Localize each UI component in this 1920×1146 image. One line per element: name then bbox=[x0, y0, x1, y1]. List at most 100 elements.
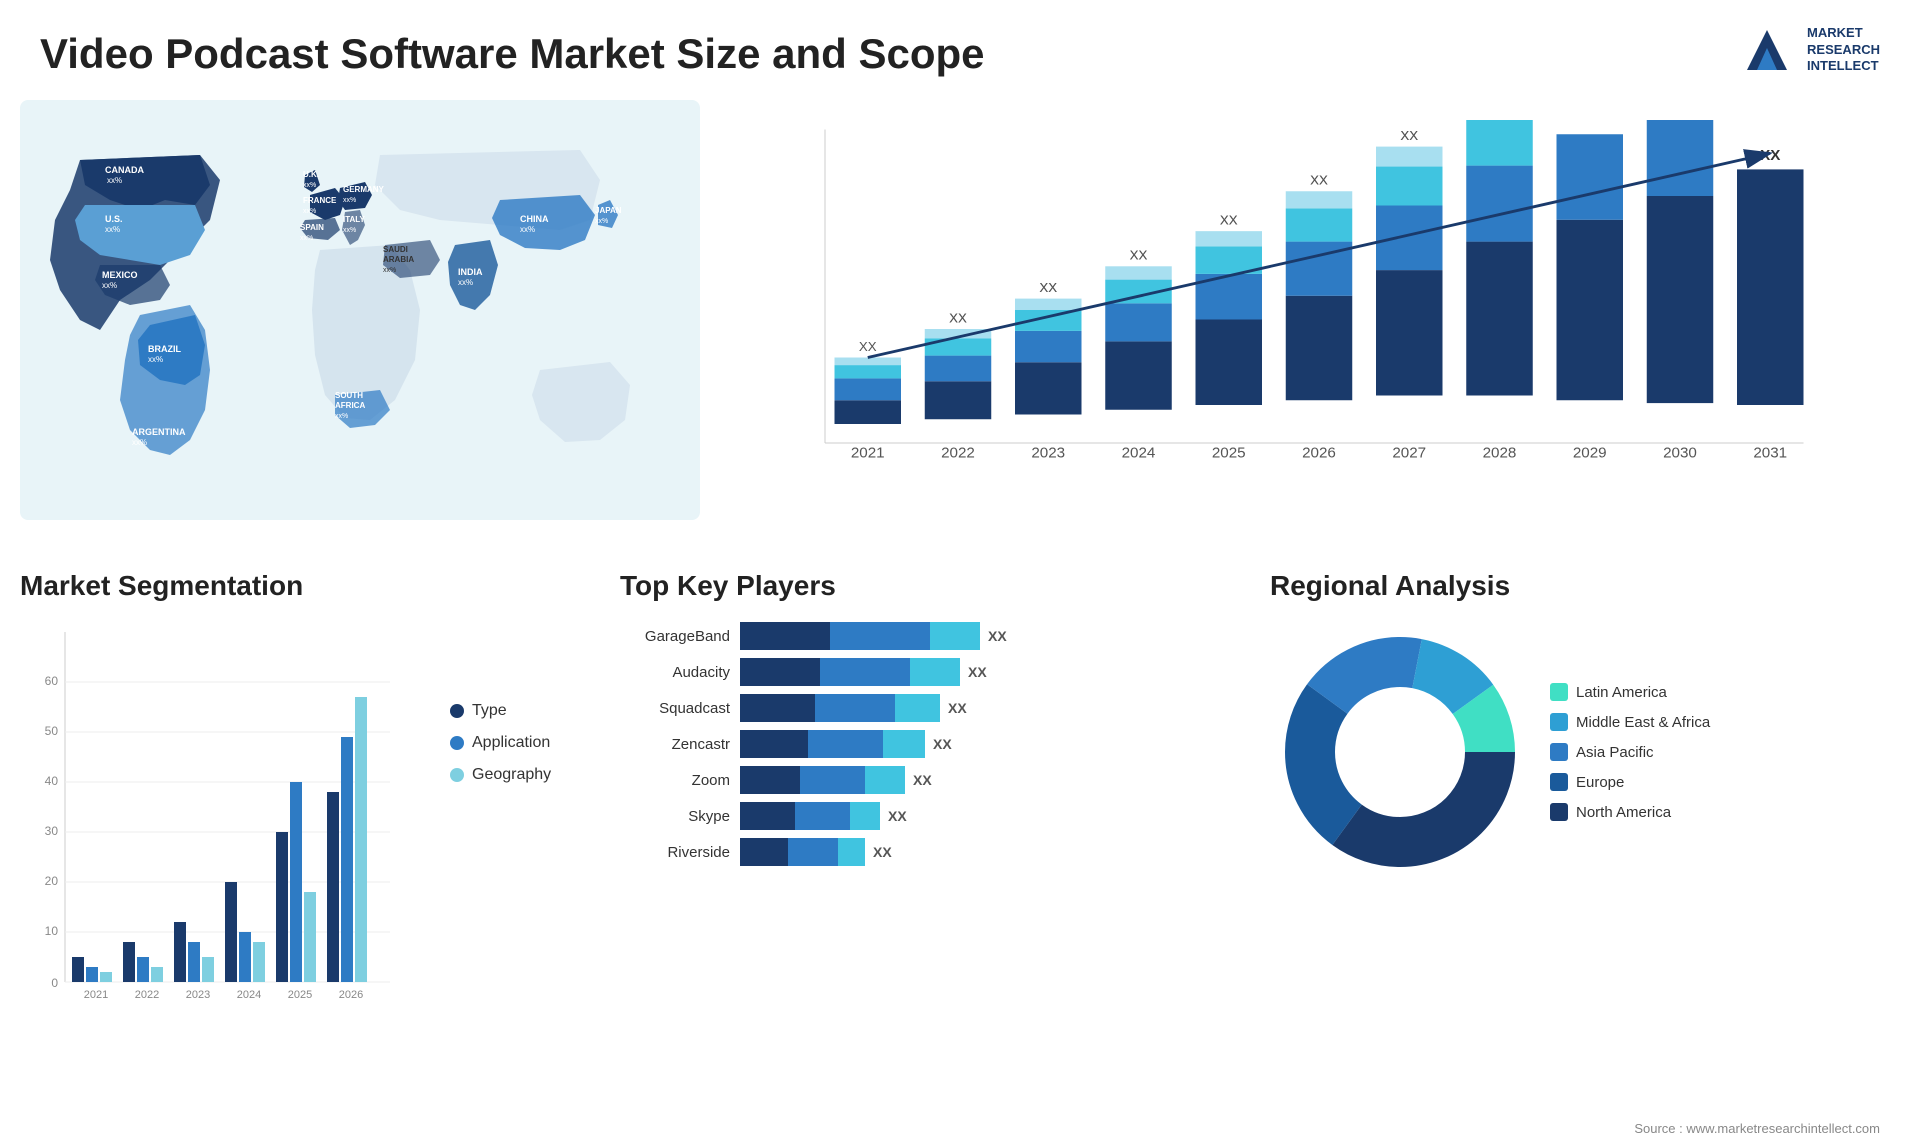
label-europe: Europe bbox=[1576, 774, 1624, 791]
svg-text:XX: XX bbox=[1310, 173, 1328, 188]
svg-text:xx%: xx% bbox=[595, 218, 608, 225]
svg-text:2024: 2024 bbox=[1122, 444, 1156, 461]
player-name-zencastr: Zencastr bbox=[620, 736, 730, 753]
svg-text:2021: 2021 bbox=[851, 444, 885, 461]
svg-text:XX: XX bbox=[1220, 213, 1238, 228]
label-asia-pacific: Asia Pacific bbox=[1576, 744, 1654, 761]
color-latin-america bbox=[1550, 683, 1568, 701]
legend-north-america: North America bbox=[1550, 803, 1710, 821]
player-name-skype: Skype bbox=[620, 808, 730, 825]
legend-dot-type bbox=[450, 704, 464, 718]
svg-text:2021: 2021 bbox=[84, 989, 108, 1001]
svg-text:2031: 2031 bbox=[1753, 444, 1787, 461]
svg-text:0: 0 bbox=[51, 976, 58, 990]
segmentation-svg: 0 10 20 30 40 50 60 2021 bbox=[20, 622, 400, 1042]
svg-text:2023: 2023 bbox=[186, 989, 210, 1001]
label-latin-america: Latin America bbox=[1576, 684, 1667, 701]
svg-text:2026: 2026 bbox=[339, 989, 363, 1001]
player-label-zencastr: XX bbox=[933, 736, 952, 752]
svg-text:CHINA: CHINA bbox=[520, 214, 549, 224]
donut-legend: Latin America Middle East & Africa Asia … bbox=[1550, 683, 1710, 821]
logo: MARKET RESEARCH INTELLECT bbox=[1737, 20, 1880, 80]
svg-text:xx%: xx% bbox=[148, 355, 163, 364]
player-row-skype: Skype XX bbox=[620, 802, 1240, 830]
player-bar-riverside: XX bbox=[740, 838, 892, 866]
svg-text:60: 60 bbox=[45, 674, 59, 688]
svg-text:SOUTH: SOUTH bbox=[335, 391, 363, 400]
svg-text:30: 30 bbox=[45, 824, 59, 838]
logo-text: MARKET RESEARCH INTELLECT bbox=[1807, 25, 1880, 76]
player-bar-zencastr: XX bbox=[740, 730, 952, 758]
source-text: Source : www.marketresearchintellect.com bbox=[1634, 1121, 1880, 1136]
svg-text:XX: XX bbox=[1039, 280, 1057, 295]
player-name-squadcast: Squadcast bbox=[620, 700, 730, 717]
player-row-zoom: Zoom XX bbox=[620, 766, 1240, 794]
svg-text:2028: 2028 bbox=[1483, 444, 1517, 461]
svg-text:50: 50 bbox=[45, 724, 59, 738]
player-label-zoom: XX bbox=[913, 772, 932, 788]
legend-middle-east: Middle East & Africa bbox=[1550, 713, 1710, 731]
svg-text:xx%: xx% bbox=[300, 235, 313, 242]
svg-text:2024: 2024 bbox=[237, 989, 261, 1001]
legend-dot-geography bbox=[450, 768, 464, 782]
svg-text:2025: 2025 bbox=[1212, 444, 1246, 461]
svg-text:xx%: xx% bbox=[383, 267, 396, 274]
player-name-zoom: Zoom bbox=[620, 772, 730, 789]
color-asia-pacific bbox=[1550, 743, 1568, 761]
legend-europe: Europe bbox=[1550, 773, 1710, 791]
donut-chart bbox=[1270, 622, 1530, 882]
player-bar-audacity: XX bbox=[740, 658, 987, 686]
world-map: CANADA xx% U.S. xx% MEXICO xx% BRAZIL xx… bbox=[20, 100, 700, 520]
player-bar-zoom: XX bbox=[740, 766, 932, 794]
label-middle-east: Middle East & Africa bbox=[1576, 714, 1710, 731]
key-players-title: Top Key Players bbox=[620, 570, 1240, 602]
player-label-skype: XX bbox=[888, 808, 907, 824]
svg-text:INDIA: INDIA bbox=[458, 267, 483, 277]
legend-type: Type bbox=[450, 702, 600, 720]
svg-text:SAUDI: SAUDI bbox=[383, 245, 408, 254]
svg-text:CANADA: CANADA bbox=[105, 165, 144, 175]
svg-text:JAPAN: JAPAN bbox=[595, 206, 622, 215]
color-north-america bbox=[1550, 803, 1568, 821]
svg-text:xx%: xx% bbox=[343, 197, 356, 204]
player-row-garageband: GarageBand XX bbox=[620, 622, 1240, 650]
svg-text:XX: XX bbox=[1400, 128, 1418, 143]
svg-text:FRANCE: FRANCE bbox=[303, 196, 337, 205]
svg-text:2030: 2030 bbox=[1663, 444, 1697, 461]
legend-latin-america: Latin America bbox=[1550, 683, 1710, 701]
svg-text:xx%: xx% bbox=[335, 413, 348, 420]
legend-geography: Geography bbox=[450, 766, 600, 784]
player-name-audacity: Audacity bbox=[620, 664, 730, 681]
svg-text:2025: 2025 bbox=[288, 989, 312, 1001]
donut-container: Latin America Middle East & Africa Asia … bbox=[1270, 622, 1910, 882]
player-row-audacity: Audacity XX bbox=[620, 658, 1240, 686]
player-row-squadcast: Squadcast XX bbox=[620, 694, 1240, 722]
svg-text:XX: XX bbox=[949, 310, 967, 325]
legend-label-application: Application bbox=[472, 734, 550, 752]
page-title: Video Podcast Software Market Size and S… bbox=[40, 30, 985, 78]
key-players-section: Top Key Players GarageBand XX Audacity bbox=[620, 570, 1240, 1120]
label-north-america: North America bbox=[1576, 804, 1671, 821]
regional-title: Regional Analysis bbox=[1270, 570, 1910, 602]
player-row-riverside: Riverside XX bbox=[620, 838, 1240, 866]
svg-text:2022: 2022 bbox=[135, 989, 159, 1001]
bar-chart-section: 2021 XX 2022 XX 2023 XX 2024 XX 2025 XX bbox=[720, 100, 1880, 520]
legend-label-type: Type bbox=[472, 702, 507, 720]
svg-text:xx%: xx% bbox=[105, 225, 120, 234]
player-name-riverside: Riverside bbox=[620, 844, 730, 861]
svg-text:xx%: xx% bbox=[520, 225, 535, 234]
segmentation-title: Market Segmentation bbox=[20, 570, 600, 602]
legend-dot-application bbox=[450, 736, 464, 750]
segmentation-legend: Type Application Geography bbox=[440, 622, 600, 798]
svg-text:ARGENTINA: ARGENTINA bbox=[132, 427, 186, 437]
svg-text:ARABIA: ARABIA bbox=[383, 255, 414, 264]
svg-text:XX: XX bbox=[1130, 248, 1148, 263]
svg-text:SPAIN: SPAIN bbox=[300, 223, 324, 232]
player-label-audacity: XX bbox=[968, 664, 987, 680]
regional-analysis-section: Regional Analysis Latin America Middle E… bbox=[1270, 570, 1910, 1120]
svg-text:U.S.: U.S. bbox=[105, 214, 123, 224]
svg-text:xx%: xx% bbox=[303, 208, 316, 215]
svg-text:20: 20 bbox=[45, 874, 59, 888]
market-segmentation-section: Market Segmentation 0 10 20 30 40 50 bbox=[20, 570, 600, 1120]
svg-text:40: 40 bbox=[45, 774, 59, 788]
